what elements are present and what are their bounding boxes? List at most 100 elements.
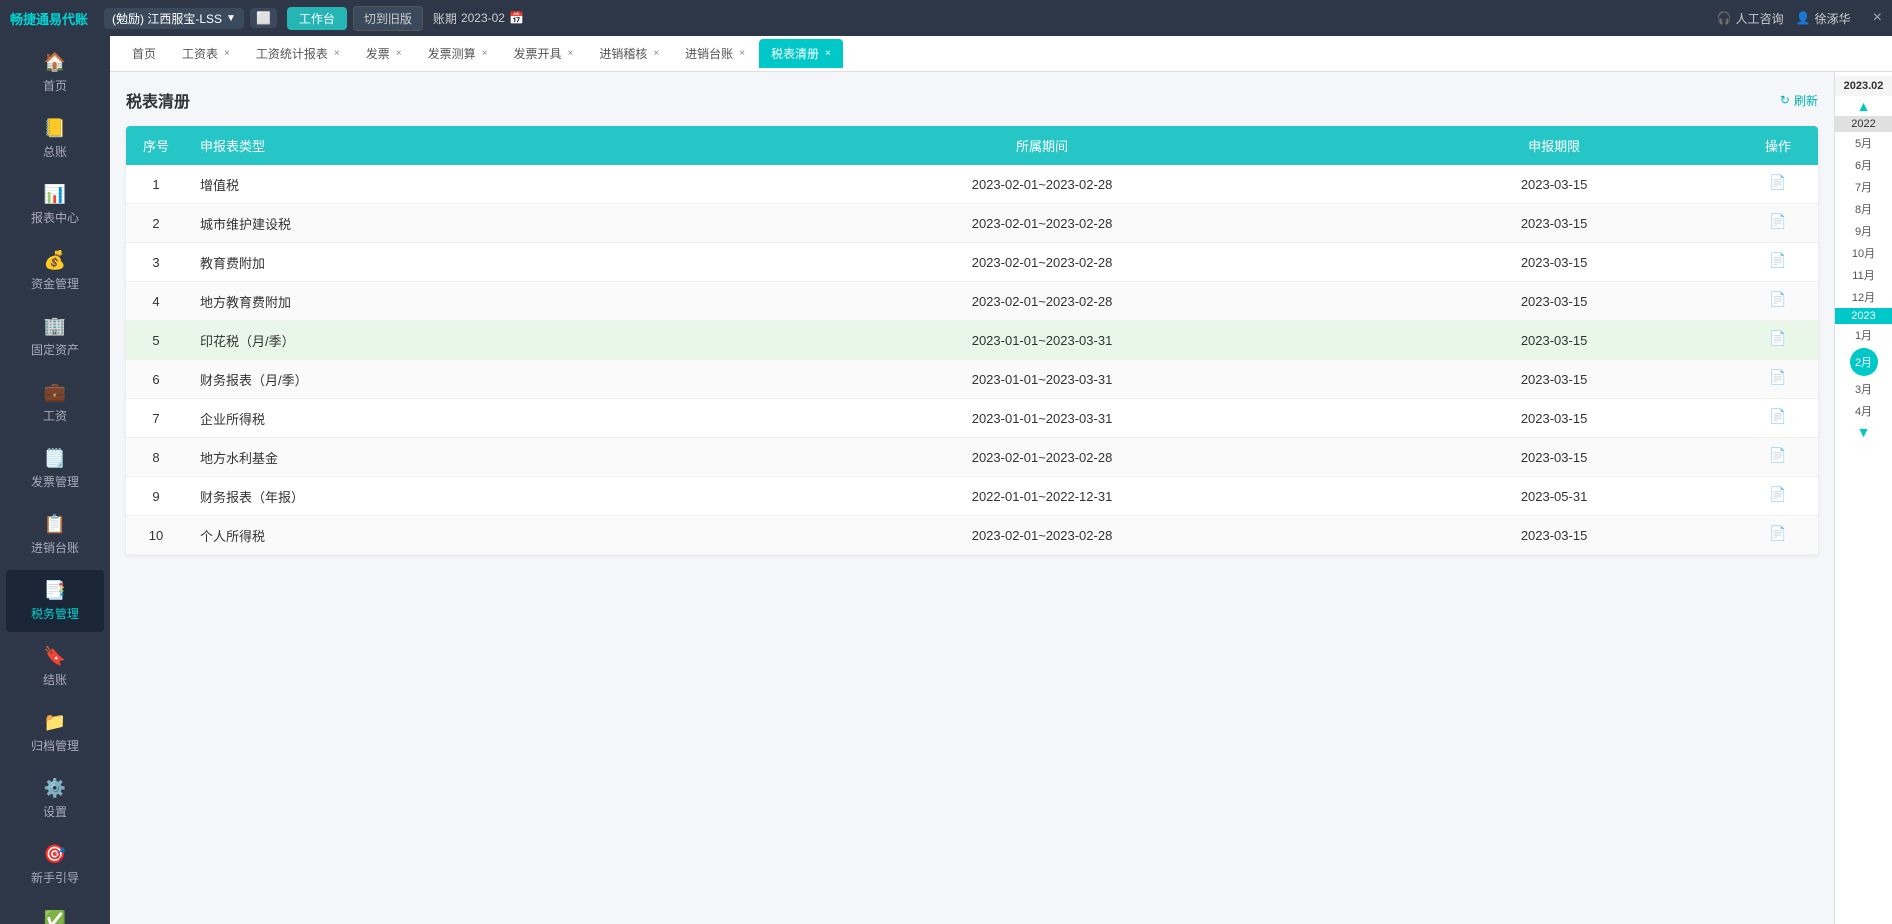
user-icon: 👤: [1796, 11, 1811, 25]
tab-bar: 首页 工资表 × 工资统计报表 × 发票 × 发票测算 × 发票开具 ×: [110, 36, 1892, 72]
month-2023-1[interactable]: 1月: [1835, 324, 1892, 346]
tab-invoice-open[interactable]: 发票开具 ×: [501, 39, 585, 68]
user-menu[interactable]: 👤 徐涿华: [1796, 10, 1851, 27]
month-2023-3[interactable]: 3月: [1835, 378, 1892, 400]
cell-period: 2023-02-01~2023-02-28: [714, 165, 1370, 204]
tab-home[interactable]: 首页: [120, 39, 168, 68]
window-close-button[interactable]: ×: [1873, 9, 1882, 27]
month-2022-11[interactable]: 11月: [1835, 264, 1892, 286]
col-deadline: 申报期限: [1370, 126, 1738, 165]
tab-invoice-calc[interactable]: 发票测算 ×: [416, 39, 500, 68]
table-row: 3 教育费附加 2023-02-01~2023-02-28 2023-03-15…: [126, 243, 1818, 282]
cell-type: 个人所得税: [186, 516, 714, 555]
tab-salary[interactable]: 工资表 ×: [170, 39, 242, 68]
sidebar-item-purchase[interactable]: 📋 进销台账: [6, 504, 104, 566]
cell-type: 企业所得税: [186, 399, 714, 438]
month-2022-12[interactable]: 12月: [1835, 286, 1892, 308]
month-2022-10[interactable]: 10月: [1835, 242, 1892, 264]
tab-invoice-close[interactable]: ×: [396, 48, 402, 59]
assets-icon: 🏢: [44, 316, 66, 337]
sidebar-item-member[interactable]: ✅ 畅会员: [6, 900, 104, 924]
action-file-icon[interactable]: 📄: [1768, 252, 1788, 272]
table-row: 10 个人所得税 2023-02-01~2023-02-28 2023-03-1…: [126, 516, 1818, 555]
switch-version-button[interactable]: 切到旧版: [353, 6, 423, 31]
company-selector[interactable]: (勉励) 江西服宝-LSS ▼: [104, 8, 244, 29]
tab-salary-report-close[interactable]: ×: [334, 48, 340, 59]
tab-purchase-ledger[interactable]: 进销台账 ×: [673, 39, 757, 68]
sidebar-item-assets[interactable]: 🏢 固定资产: [6, 306, 104, 368]
action-file-icon[interactable]: 📄: [1768, 486, 1788, 506]
month-2023-2[interactable]: 2月: [1850, 348, 1878, 376]
ledger-icon: 📒: [44, 118, 66, 139]
username-label: 徐涿华: [1815, 10, 1851, 27]
tab-tax-list[interactable]: 税表清册 ×: [759, 39, 843, 68]
action-file-icon[interactable]: 📄: [1768, 447, 1788, 467]
app-logo: 畅捷通易代账: [10, 9, 88, 28]
tab-purchase-check-label: 进销稽核: [599, 45, 647, 62]
month-2023-4[interactable]: 4月: [1835, 400, 1892, 422]
calendar-down-arrow[interactable]: ▼: [1855, 422, 1873, 442]
sidebar-item-salary[interactable]: 💼 工资: [6, 372, 104, 434]
action-file-icon[interactable]: 📄: [1768, 525, 1788, 545]
cell-index: 9: [126, 477, 186, 516]
month-2022-7[interactable]: 7月: [1835, 176, 1892, 198]
main-panel: 税表清册 ↻ 刷新 序号 申报表类型 所属期间 申报期限 操作: [110, 72, 1834, 924]
cell-action: 📄: [1738, 399, 1818, 438]
right-calendar-panel: 2023.02 ▲ 2022 5月 6月 7月 8月 9月 10月 11月 12…: [1834, 72, 1892, 924]
month-2022-8[interactable]: 8月: [1835, 198, 1892, 220]
action-file-icon[interactable]: 📄: [1768, 408, 1788, 428]
month-2022-5[interactable]: 5月: [1835, 132, 1892, 154]
tab-purchase-ledger-close[interactable]: ×: [739, 48, 745, 59]
tab-invoice[interactable]: 发票 ×: [354, 39, 414, 68]
calendar-up-arrow[interactable]: ▲: [1855, 96, 1873, 116]
action-file-icon[interactable]: 📄: [1768, 330, 1788, 350]
tab-salary-report[interactable]: 工资统计报表 ×: [244, 39, 352, 68]
month-2022-6[interactable]: 6月: [1835, 154, 1892, 176]
sidebar-item-report[interactable]: 📊 报表中心: [6, 174, 104, 236]
tab-tax-list-close[interactable]: ×: [825, 48, 831, 59]
sidebar-label-home: 首页: [43, 77, 67, 94]
cell-action: 📄: [1738, 321, 1818, 360]
period-label: 账期: [433, 10, 457, 27]
sidebar-item-invoice[interactable]: 🗒️ 发票管理: [6, 438, 104, 500]
action-file-icon[interactable]: 📄: [1768, 291, 1788, 311]
tax-table: 序号 申报表类型 所属期间 申报期限 操作 1 增值税 2023-02-01~2…: [126, 126, 1818, 555]
period-value: 2023-02: [461, 11, 505, 25]
tab-salary-close[interactable]: ×: [224, 48, 230, 59]
refresh-button[interactable]: ↻ 刷新: [1780, 92, 1818, 109]
sidebar-label-ledger: 总账: [43, 143, 67, 160]
cell-period: 2023-01-01~2023-03-31: [714, 399, 1370, 438]
action-file-icon[interactable]: 📄: [1768, 174, 1788, 194]
archive-icon: 📁: [44, 712, 66, 733]
sidebar-item-home[interactable]: 🏠 首页: [6, 42, 104, 104]
tab-invoice-open-close[interactable]: ×: [567, 48, 573, 59]
sidebar-item-tax[interactable]: 📑 税务管理: [6, 570, 104, 632]
month-2022-9[interactable]: 9月: [1835, 220, 1892, 242]
sidebar-item-guide[interactable]: 🎯 新手引导: [6, 834, 104, 896]
action-file-icon[interactable]: 📄: [1768, 213, 1788, 233]
cell-action: 📄: [1738, 282, 1818, 321]
calendar-icon[interactable]: 📅: [509, 11, 524, 25]
sidebar-item-archive[interactable]: 📁 归档管理: [6, 702, 104, 764]
action-file-icon[interactable]: 📄: [1768, 369, 1788, 389]
workbench-button[interactable]: 工作台: [287, 7, 347, 30]
sidebar-item-settlement[interactable]: 🔖 结账: [6, 636, 104, 698]
page-title: 税表清册: [126, 88, 190, 112]
table-row: 2 城市维护建设税 2023-02-01~2023-02-28 2023-03-…: [126, 204, 1818, 243]
help-button[interactable]: 🎧 人工咨询: [1717, 10, 1784, 27]
table-row: 6 财务报表（月/季） 2023-01-01~2023-03-31 2023-0…: [126, 360, 1818, 399]
tab-home-label: 首页: [132, 45, 156, 62]
cell-index: 8: [126, 438, 186, 477]
sidebar-item-ledger[interactable]: 📒 总账: [6, 108, 104, 170]
copy-icon-button[interactable]: ⬜: [250, 8, 277, 28]
cell-index: 4: [126, 282, 186, 321]
sidebar-item-fund[interactable]: 💰 资金管理: [6, 240, 104, 302]
tab-purchase-check-close[interactable]: ×: [653, 48, 659, 59]
tab-invoice-calc-close[interactable]: ×: [482, 48, 488, 59]
sidebar-item-settings[interactable]: ⚙️ 设置: [6, 768, 104, 830]
member-icon: ✅: [44, 910, 66, 924]
tab-salary-report-label: 工资统计报表: [256, 45, 328, 62]
tab-purchase-check[interactable]: 进销稽核 ×: [587, 39, 671, 68]
cell-deadline: 2023-03-15: [1370, 321, 1738, 360]
table-row: 7 企业所得税 2023-01-01~2023-03-31 2023-03-15…: [126, 399, 1818, 438]
